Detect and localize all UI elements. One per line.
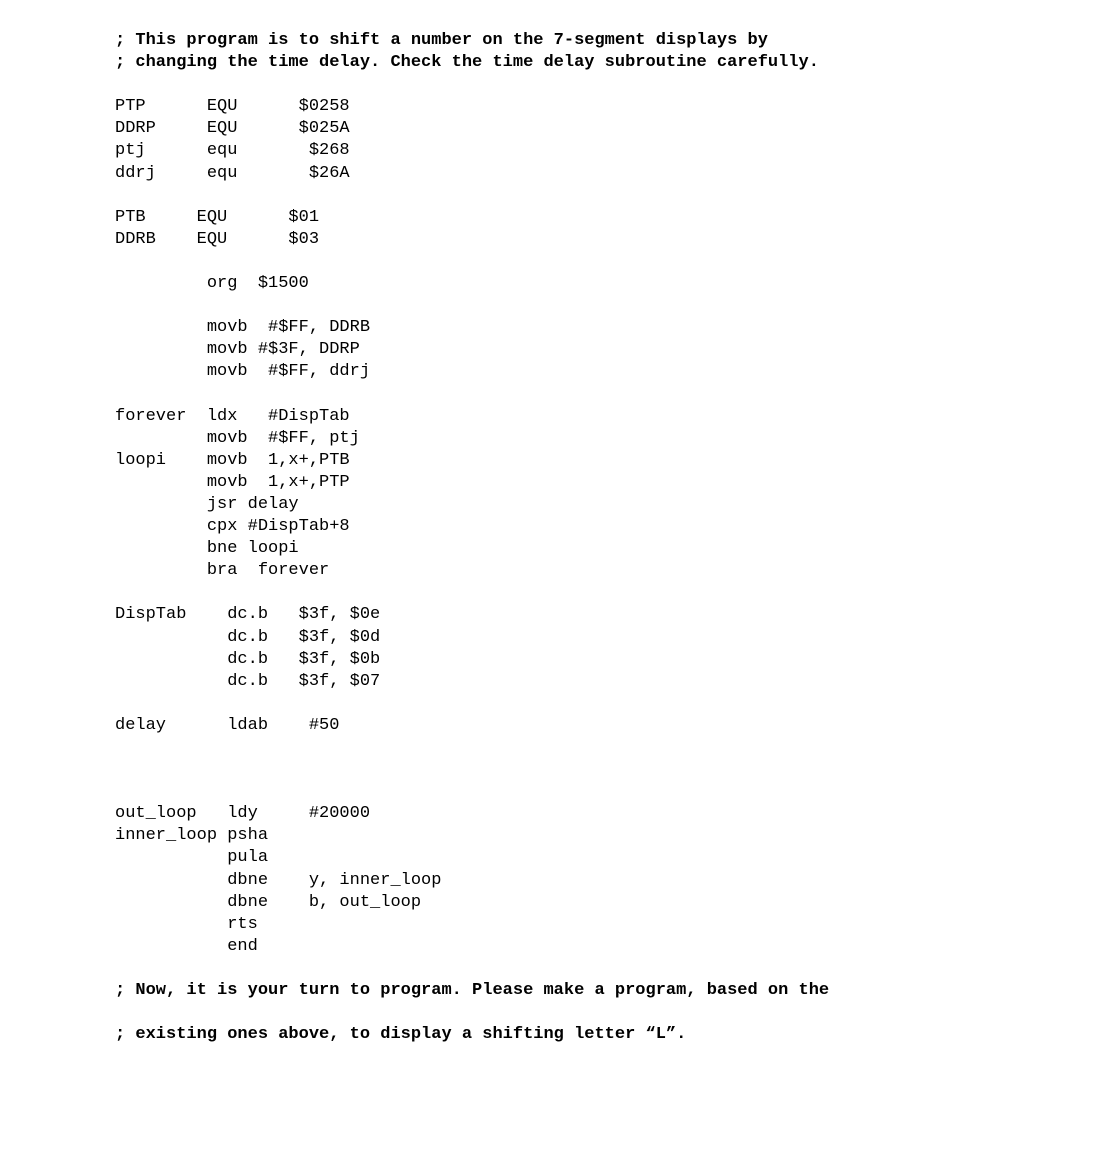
code-line: DispTab dc.b $3f, $0e bbox=[115, 604, 1113, 626]
code-line: ; changing the time delay. Check the tim… bbox=[115, 52, 1113, 74]
code-line: movb #$FF, ddrj bbox=[115, 361, 1113, 383]
code-line: inner_loop psha bbox=[115, 825, 1113, 847]
code-line: dc.b $3f, $0b bbox=[115, 649, 1113, 671]
code-line: movb #$FF, ptj bbox=[115, 428, 1113, 450]
code-line: movb #$3F, DDRP bbox=[115, 339, 1113, 361]
code-line: movb 1,x+,PTP bbox=[115, 472, 1113, 494]
code-line bbox=[115, 1002, 1113, 1024]
code-line: org $1500 bbox=[115, 273, 1113, 295]
assembly-code-listing: ; This program is to shift a number on t… bbox=[115, 30, 1113, 1046]
code-line bbox=[115, 693, 1113, 715]
code-line: out_loop ldy #20000 bbox=[115, 803, 1113, 825]
code-line: rts bbox=[115, 914, 1113, 936]
code-line: ddrj equ $26A bbox=[115, 163, 1113, 185]
code-line bbox=[115, 582, 1113, 604]
code-line: bne loopi bbox=[115, 538, 1113, 560]
code-line: delay ldab #50 bbox=[115, 715, 1113, 737]
code-line bbox=[115, 74, 1113, 96]
code-line: loopi movb 1,x+,PTB bbox=[115, 450, 1113, 472]
code-line: ; Now, it is your turn to program. Pleas… bbox=[115, 980, 1113, 1002]
code-line bbox=[115, 958, 1113, 980]
code-line: movb #$FF, DDRB bbox=[115, 317, 1113, 339]
code-line: ptj equ $268 bbox=[115, 140, 1113, 162]
code-line: PTP EQU $0258 bbox=[115, 96, 1113, 118]
code-line: dc.b $3f, $07 bbox=[115, 671, 1113, 693]
code-line bbox=[115, 185, 1113, 207]
code-line: PTB EQU $01 bbox=[115, 207, 1113, 229]
code-line: dbne y, inner_loop bbox=[115, 870, 1113, 892]
code-line: bra forever bbox=[115, 560, 1113, 582]
code-line: jsr delay bbox=[115, 494, 1113, 516]
code-line: dc.b $3f, $0d bbox=[115, 627, 1113, 649]
code-line: ; existing ones above, to display a shif… bbox=[115, 1024, 1113, 1046]
code-line bbox=[115, 251, 1113, 273]
code-line: cpx #DispTab+8 bbox=[115, 516, 1113, 538]
code-line: dbne b, out_loop bbox=[115, 892, 1113, 914]
code-line bbox=[115, 781, 1113, 803]
code-line: DDRP EQU $025A bbox=[115, 118, 1113, 140]
code-line: forever ldx #DispTab bbox=[115, 406, 1113, 428]
code-line bbox=[115, 384, 1113, 406]
code-line: DDRB EQU $03 bbox=[115, 229, 1113, 251]
code-line: pula bbox=[115, 847, 1113, 869]
code-line: end bbox=[115, 936, 1113, 958]
code-line bbox=[115, 737, 1113, 759]
code-line bbox=[115, 759, 1113, 781]
code-line: ; This program is to shift a number on t… bbox=[115, 30, 1113, 52]
code-line bbox=[115, 295, 1113, 317]
